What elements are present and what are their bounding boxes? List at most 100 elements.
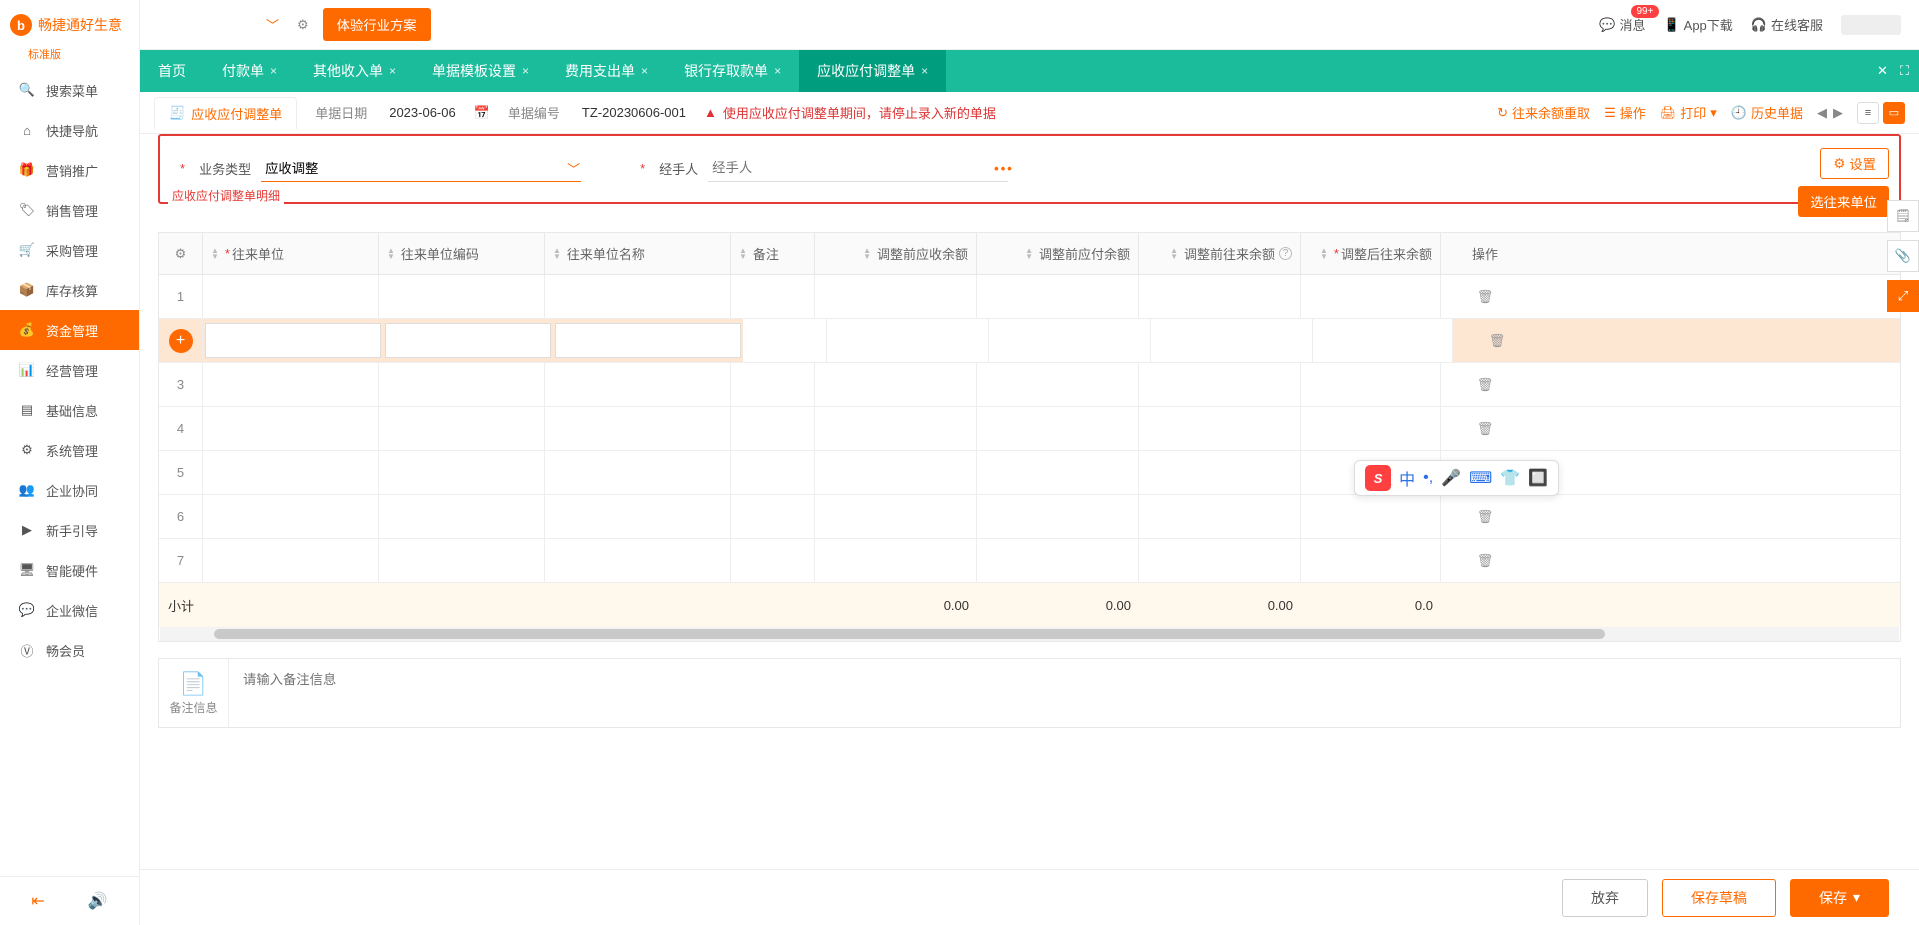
cell[interactable]: [379, 451, 545, 494]
cell[interactable]: [1139, 539, 1301, 582]
trash-icon[interactable]: 🗑: [1489, 333, 1506, 349]
cell[interactable]: [203, 451, 379, 494]
ime-skin-icon[interactable]: 👕: [1500, 468, 1520, 488]
cell[interactable]: [815, 451, 977, 494]
fullscreen-icon[interactable]: ⛶: [1900, 63, 1909, 79]
settings-button[interactable]: ⚙ 设置: [1820, 148, 1889, 179]
tab-template[interactable]: 单据模板设置×: [414, 50, 547, 92]
rail-expand-icon[interactable]: ⤢: [1887, 280, 1919, 312]
date-value[interactable]: 2023-06-06: [389, 105, 456, 120]
cell[interactable]: [1139, 275, 1301, 318]
tab-other-income[interactable]: 其他收入单×: [295, 50, 414, 92]
save-button[interactable]: 保存▾: [1790, 879, 1889, 917]
collapse-icon[interactable]: ⇤: [31, 891, 44, 911]
sort-icon[interactable]: ▲▼: [1025, 248, 1033, 260]
calendar-icon[interactable]: 📅: [474, 105, 490, 121]
cell[interactable]: [545, 275, 731, 318]
sidebar-item-operation[interactable]: 📊经营管理: [0, 350, 139, 390]
table-row-active[interactable]: +🗑: [159, 319, 1900, 363]
delete-row[interactable]: 🗑: [1441, 363, 1529, 406]
cell[interactable]: [977, 495, 1139, 538]
service-button[interactable]: 🎧 在线客服: [1751, 15, 1823, 34]
prev-icon[interactable]: ◀: [1817, 105, 1827, 121]
sort-icon[interactable]: ▲▼: [387, 248, 395, 260]
col-recv-before[interactable]: ▲▼调整前应收余额: [815, 233, 977, 274]
col-remark[interactable]: ▲▼备注: [731, 233, 815, 274]
cell[interactable]: [545, 407, 731, 450]
messages-button[interactable]: 💬 消息 99+: [1599, 15, 1645, 34]
sidebar-item-system[interactable]: ⚙系统管理: [0, 430, 139, 470]
sound-icon[interactable]: 🔊: [88, 891, 108, 911]
cell[interactable]: [827, 319, 989, 362]
table-row[interactable]: 4🗑: [159, 407, 1900, 451]
cell[interactable]: [545, 539, 731, 582]
close-icon[interactable]: ×: [389, 64, 396, 78]
cell[interactable]: [1301, 407, 1441, 450]
delete-row[interactable]: 🗑: [1441, 539, 1529, 582]
table-row[interactable]: 7🗑: [159, 539, 1900, 583]
cell[interactable]: [1301, 495, 1441, 538]
trash-icon[interactable]: 🗑: [1477, 553, 1494, 569]
col-unit[interactable]: ▲▼*往来单位: [203, 233, 379, 274]
cell[interactable]: [203, 363, 379, 406]
col-pay-before[interactable]: ▲▼调整前应付余额: [977, 233, 1139, 274]
cell[interactable]: [731, 451, 815, 494]
tab-home[interactable]: 首页: [140, 50, 204, 92]
sidebar-item-sales[interactable]: 🏷销售管理: [0, 190, 139, 230]
cell[interactable]: [989, 319, 1151, 362]
ime-punct-icon[interactable]: •,: [1423, 469, 1433, 487]
view-list-icon[interactable]: ≡: [1857, 102, 1879, 124]
delete-row[interactable]: 🗑: [1441, 407, 1529, 450]
cell[interactable]: [385, 323, 551, 358]
user-avatar[interactable]: [1841, 15, 1901, 35]
table-row[interactable]: 3🗑: [159, 363, 1900, 407]
cell[interactable]: [731, 407, 815, 450]
tab-adjustment[interactable]: 应收应付调整单×: [799, 50, 946, 92]
delete-row[interactable]: 🗑: [1441, 495, 1529, 538]
cell[interactable]: [815, 275, 977, 318]
next-icon[interactable]: ▶: [1833, 105, 1843, 121]
table-row[interactable]: 1🗑: [159, 275, 1900, 319]
rail-note-icon[interactable]: 🗒: [1887, 200, 1919, 232]
close-icon[interactable]: ×: [522, 64, 529, 78]
tab-payment[interactable]: 付款单×: [204, 50, 295, 92]
cell[interactable]: [977, 407, 1139, 450]
sidebar-item-stock[interactable]: 📦库存核算: [0, 270, 139, 310]
sidebar-item-finance[interactable]: 💰资金管理: [0, 310, 139, 350]
sidebar-item-collab[interactable]: 👥企业协同: [0, 470, 139, 510]
settings-icon[interactable]: ⚙: [297, 17, 309, 33]
ime-toolbar[interactable]: S 中 •, 🎤 ⌨ 👕 🔲: [1354, 460, 1559, 496]
close-all-icon[interactable]: ✕: [1877, 63, 1888, 79]
trash-icon[interactable]: 🗑: [1477, 377, 1494, 393]
trash-icon[interactable]: 🗑: [1477, 421, 1494, 437]
delete-row[interactable]: 🗑: [1453, 319, 1541, 362]
add-row-button[interactable]: +: [159, 319, 203, 362]
cell[interactable]: [1301, 275, 1441, 318]
sidebar-item-search[interactable]: 🔍搜索菜单: [0, 70, 139, 110]
choose-unit-button[interactable]: 选往来单位: [1798, 186, 1889, 217]
cell[interactable]: [545, 451, 731, 494]
cell[interactable]: [731, 363, 815, 406]
table-row[interactable]: 6🗑: [159, 495, 1900, 539]
cell[interactable]: [731, 275, 815, 318]
ime-lang[interactable]: 中: [1399, 466, 1415, 490]
cell[interactable]: [1301, 363, 1441, 406]
tab-bank[interactable]: 银行存取款单×: [666, 50, 799, 92]
cell[interactable]: [203, 495, 379, 538]
sidebar-item-marketing[interactable]: 🎁营销推广: [0, 150, 139, 190]
cell[interactable]: [203, 407, 379, 450]
trash-icon[interactable]: 🗑: [1477, 509, 1494, 525]
view-card-icon[interactable]: ▭: [1883, 102, 1905, 124]
plus-icon[interactable]: +: [169, 329, 193, 353]
cell[interactable]: [1139, 407, 1301, 450]
cell[interactable]: [731, 539, 815, 582]
cell[interactable]: [815, 495, 977, 538]
close-icon[interactable]: ×: [270, 64, 277, 78]
column-config-icon[interactable]: ⚙: [159, 233, 203, 274]
col-name[interactable]: ▲▼往来单位名称: [545, 233, 731, 274]
history-button[interactable]: 🕘历史单据: [1731, 103, 1803, 122]
tab-expense[interactable]: 费用支出单×: [547, 50, 666, 92]
biz-type-select[interactable]: [261, 154, 581, 182]
close-icon[interactable]: ×: [774, 64, 781, 78]
print-dropdown[interactable]: 🖨打印 ▾: [1660, 103, 1717, 122]
